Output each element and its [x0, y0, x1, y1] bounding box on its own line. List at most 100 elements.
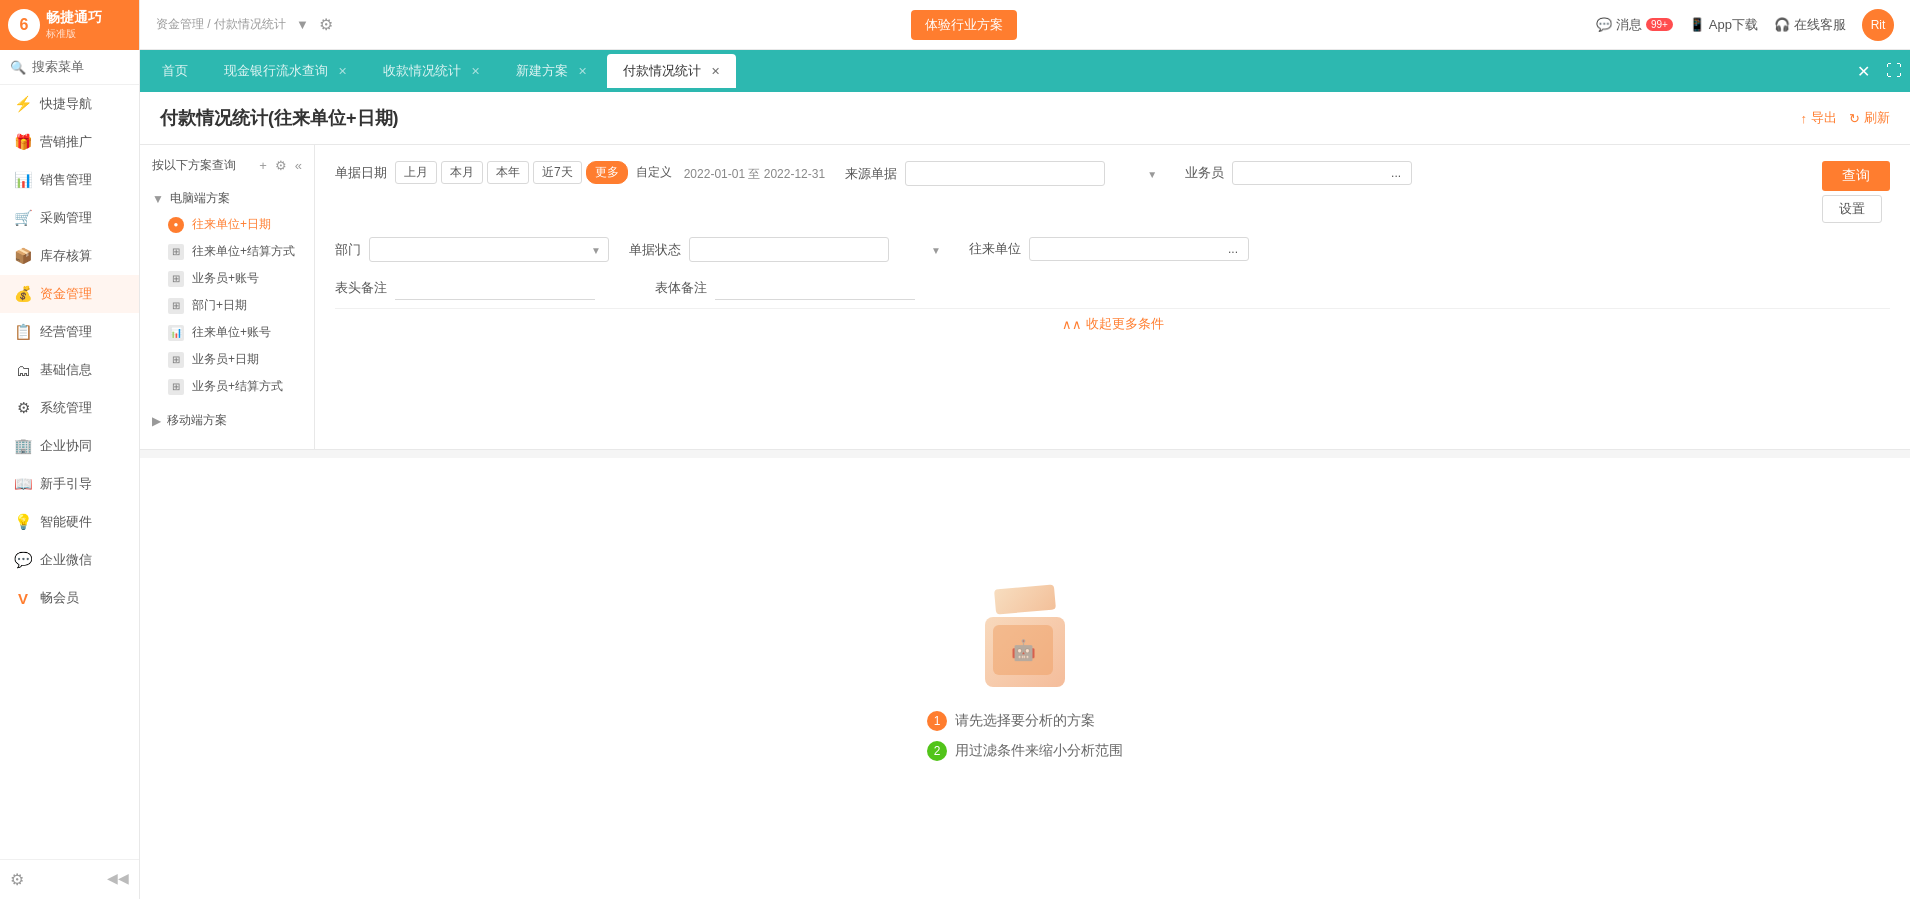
app-download-btn[interactable]: 📱 App下载 — [1689, 16, 1758, 34]
robot-face: 🤖 — [993, 625, 1053, 675]
filter-group-date: 单据日期 上月 本月 本年 近7天 更多 自定义 2022-01-01 至 20… — [335, 161, 825, 184]
purchase-icon: 🛒 — [14, 209, 32, 227]
filter-group-doc-status: 单据状态 — [629, 237, 949, 262]
sidebar-item-hardware[interactable]: 💡 智能硬件 — [0, 503, 139, 541]
scheme-item-unit-account[interactable]: 📊 往来单位+账号 — [140, 319, 314, 346]
tab-home[interactable]: 首页 — [146, 54, 204, 88]
collapse-more-conditions-btn[interactable]: ∧∧ 收起更多条件 — [335, 308, 1890, 339]
source-label: 来源单据 — [845, 165, 897, 183]
sidebar-item-enterprise[interactable]: 🏢 企业协同 — [0, 427, 139, 465]
collapse-icon: ∧∧ — [1062, 317, 1082, 332]
source-select[interactable] — [905, 161, 1105, 186]
online-service-btn[interactable]: 🎧 在线客服 — [1774, 16, 1846, 34]
expand-tabs-btn[interactable]: ⛶ — [1882, 58, 1906, 84]
scheme-item-dept-date[interactable]: ⊞ 部门+日期 — [140, 292, 314, 319]
mobile-group-header[interactable]: ▶ 移动端方案 — [140, 408, 314, 433]
scheme-staff-settlement-icon: ⊞ — [168, 379, 184, 395]
sidebar-item-purchase[interactable]: 🛒 采购管理 — [0, 199, 139, 237]
scheme-item-unit-settlement[interactable]: ⊞ 往来单位+结算方式 — [140, 238, 314, 265]
doc-status-wrapper — [689, 237, 949, 262]
date-btn-this-year[interactable]: 本年 — [487, 161, 529, 184]
close-all-tabs-btn[interactable]: ✕ — [1853, 58, 1874, 85]
sidebar-item-guide[interactable]: 📖 新手引导 — [0, 465, 139, 503]
empty-hint-2: 2 用过滤条件来缩小分析范围 — [927, 741, 1123, 761]
refresh-btn[interactable]: ↻ 刷新 — [1849, 109, 1890, 127]
date-btn-last-7[interactable]: 近7天 — [533, 161, 582, 184]
scheme-settings-icon[interactable]: ⚙ — [275, 158, 287, 173]
date-label: 单据日期 — [335, 164, 387, 182]
scheme-panel-title: 按以下方案查询 — [152, 157, 236, 174]
basic-info-icon: 🗂 — [14, 361, 32, 379]
sidebar-item-basic-info[interactable]: 🗂 基础信息 — [0, 351, 139, 389]
logo-icon: 6 — [8, 9, 40, 41]
tab-bank-flow[interactable]: 现金银行流水查询 ✕ — [208, 54, 363, 88]
scheme-item-staff-account[interactable]: ⊞ 业务员+账号 — [140, 265, 314, 292]
filter-row-3: 表头备注 表体备注 — [335, 276, 1890, 300]
user-avatar[interactable]: Rit — [1862, 9, 1894, 41]
footer-settings-icon[interactable]: ⚙ — [10, 870, 24, 889]
sidebar-item-member[interactable]: V 畅会员 — [0, 579, 139, 617]
try-industry-btn[interactable]: 体验行业方案 — [911, 10, 1017, 40]
notification-badge: 99+ — [1646, 18, 1673, 31]
search-menu[interactable]: 🔍 搜索菜单 — [0, 50, 139, 85]
date-btn-last-month[interactable]: 上月 — [395, 161, 437, 184]
sidebar-item-sales[interactable]: 📊 销售管理 — [0, 161, 139, 199]
query-btn[interactable]: 查询 — [1822, 161, 1890, 191]
sidebar-item-system[interactable]: ⚙ 系统管理 — [0, 389, 139, 427]
notification-btn[interactable]: 💬 消息 99+ — [1596, 16, 1673, 34]
topbar-settings-icon[interactable]: ⚙ — [319, 15, 333, 34]
page-actions: ↑ 导出 ↻ 刷新 — [1801, 109, 1891, 127]
filter-group-dept: 部门 — [335, 237, 609, 262]
tab-new-scheme-close[interactable]: ✕ — [578, 65, 587, 78]
sidebar-footer: ⚙ ◀◀ — [0, 859, 139, 899]
main-content: 资金管理 / 付款情况统计 ▼ ⚙ 体验行业方案 💬 消息 99+ 📱 App下… — [140, 0, 1910, 899]
member-icon: V — [14, 589, 32, 607]
page-header: 付款情况统计(往来单位+日期) ↑ 导出 ↻ 刷新 — [140, 92, 1910, 145]
date-btn-this-month[interactable]: 本月 — [441, 161, 483, 184]
dept-select[interactable] — [369, 237, 609, 262]
export-btn[interactable]: ↑ 导出 — [1801, 109, 1838, 127]
date-custom-label[interactable]: 自定义 — [636, 164, 672, 181]
footer-collapse-icon[interactable]: ◀◀ — [107, 870, 129, 889]
body-remark-input[interactable] — [715, 276, 915, 300]
sidebar-item-quick-nav[interactable]: ⚡ 快捷导航 — [0, 85, 139, 123]
scheme-item-unit-date[interactable]: ● 往来单位+日期 — [140, 211, 314, 238]
filter-group-source: 来源单据 — [845, 161, 1165, 186]
tab-receipt-stats-close[interactable]: ✕ — [471, 65, 480, 78]
mobile-scheme-group: ▶ 移动端方案 — [140, 404, 314, 437]
sidebar-item-funds[interactable]: 💰 资金管理 — [0, 275, 139, 313]
export-icon: ↑ — [1801, 111, 1808, 126]
staff-select-btn[interactable]: ... — [1232, 161, 1412, 185]
header-remark-input[interactable] — [395, 276, 595, 300]
scheme-staff-date-icon: ⊞ — [168, 352, 184, 368]
sidebar-item-marketing[interactable]: 🎁 营销推广 — [0, 123, 139, 161]
tab-payment-stats[interactable]: 付款情况统计 ✕ — [607, 54, 736, 88]
filter-group-staff: 业务员 ... — [1185, 161, 1412, 185]
page-title: 付款情况统计(往来单位+日期) — [160, 106, 399, 130]
date-btn-more[interactable]: 更多 — [586, 161, 628, 184]
tabs-actions: ✕ ⛶ — [1853, 58, 1906, 85]
tab-new-scheme[interactable]: 新建方案 ✕ — [500, 54, 603, 88]
scheme-item-staff-date[interactable]: ⊞ 业务员+日期 — [140, 346, 314, 373]
staff-label: 业务员 — [1185, 164, 1224, 182]
scheme-item-staff-settlement[interactable]: ⊞ 业务员+结算方式 — [140, 373, 314, 400]
date-range-display: 2022-01-01 至 2022-12-31 — [684, 166, 825, 183]
scheme-unit-settlement-icon: ⊞ — [168, 244, 184, 260]
tab-receipt-stats[interactable]: 收款情况统计 ✕ — [367, 54, 496, 88]
filter-row-1: 单据日期 上月 本月 本年 近7天 更多 自定义 2022-01-01 至 20… — [335, 161, 1890, 223]
sidebar-item-operations[interactable]: 📋 经营管理 — [0, 313, 139, 351]
body-remark-label: 表体备注 — [655, 279, 707, 297]
filter-row-2: 部门 单据状态 — [335, 237, 1890, 262]
filter-settings-btn[interactable]: 设置 — [1822, 195, 1882, 223]
tab-payment-stats-close[interactable]: ✕ — [711, 65, 720, 78]
counterparty-select-btn[interactable]: ... — [1029, 237, 1249, 261]
doc-status-select[interactable] — [689, 237, 889, 262]
topbar-dropdown-icon[interactable]: ▼ — [296, 17, 309, 32]
scheme-collapse-icon[interactable]: « — [295, 158, 302, 173]
scheme-add-icon[interactable]: + — [259, 158, 267, 173]
sidebar-item-inventory[interactable]: 📦 库存核算 — [0, 237, 139, 275]
sidebar-item-wechat[interactable]: 💬 企业微信 — [0, 541, 139, 579]
empty-box-top — [994, 584, 1056, 614]
desktop-group-header[interactable]: ▼ 电脑端方案 — [140, 186, 314, 211]
tab-bank-flow-close[interactable]: ✕ — [338, 65, 347, 78]
